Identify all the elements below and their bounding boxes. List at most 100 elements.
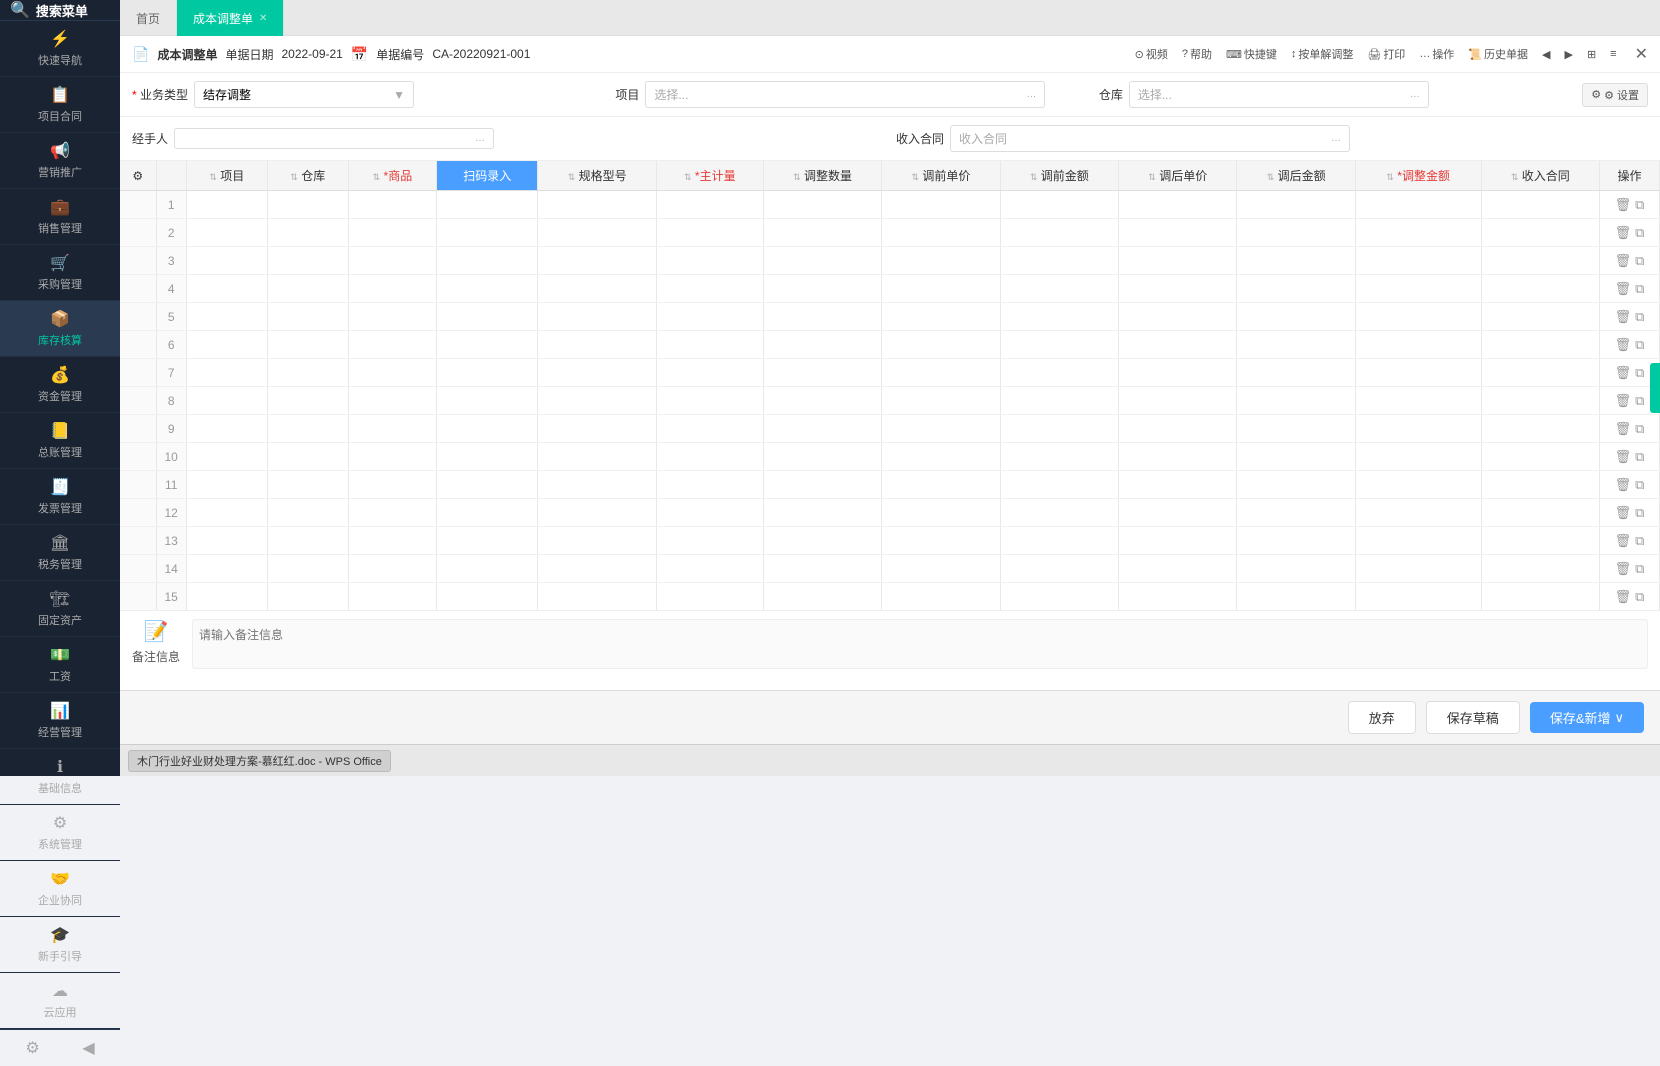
cell-income-contract-13[interactable] [1481,527,1599,555]
cell-spec-6[interactable] [538,331,656,359]
delete-icon-13[interactable]: 🗑 [1615,533,1632,549]
cell-product-14[interactable] [348,555,436,583]
sidebar-item-2[interactable]: 📢营销推广 [0,133,120,189]
cell-scan-2[interactable] [437,219,538,247]
cell-before-amount-4[interactable] [1000,275,1118,303]
copy-icon-5[interactable]: ⧉ [1635,309,1644,325]
copy-icon-11[interactable]: ⧉ [1635,477,1644,493]
history-btn[interactable]: 📜 历史单据 [1464,44,1532,64]
cell-adj-qty-8[interactable] [763,387,881,415]
cell-product-13[interactable] [348,527,436,555]
cell-product-7[interactable] [348,359,436,387]
cell-unit-9[interactable] [656,415,763,443]
cell-before-amount-9[interactable] [1000,415,1118,443]
cell-before-price-1[interactable] [882,191,1000,219]
cell-after-amount-12[interactable] [1237,499,1355,527]
cell-unit-15[interactable] [656,583,763,611]
cell-spec-8[interactable] [538,387,656,415]
draft-button[interactable]: 保存草稿 [1426,701,1520,734]
copy-icon-2[interactable]: ⧉ [1635,225,1644,241]
cell-after-price-14[interactable] [1119,555,1237,583]
cell-unit-8[interactable] [656,387,763,415]
cell-scan-7[interactable] [437,359,538,387]
cell-before-amount-2[interactable] [1000,219,1118,247]
save-button[interactable]: 保存&新增 ∨ [1530,702,1644,733]
next-btn[interactable]: ▶ [1560,46,1576,63]
collapse-icon[interactable]: ◀ [82,1038,94,1058]
discard-button[interactable]: 放弃 [1348,701,1416,734]
cell-unit-2[interactable] [656,219,763,247]
cell-adj-qty-4[interactable] [763,275,881,303]
cell-warehouse-1[interactable] [267,191,348,219]
cell-scan-1[interactable] [437,191,538,219]
cell-income-contract-3[interactable] [1481,247,1599,275]
cell-project-3[interactable] [186,247,267,275]
cell-scan-8[interactable] [437,387,538,415]
cell-adj-amount-2[interactable] [1355,219,1481,247]
delete-icon-10[interactable]: 🗑 [1615,449,1632,465]
th-scan[interactable]: 扫码录入 [437,161,538,191]
cell-before-price-10[interactable] [882,443,1000,471]
cell-adj-amount-7[interactable] [1355,359,1481,387]
handler-input[interactable]: … [174,128,494,149]
cell-spec-15[interactable] [538,583,656,611]
delete-icon-8[interactable]: 🗑 [1615,393,1632,409]
tab-1[interactable]: 成本调整单✕ [177,0,284,36]
cell-warehouse-9[interactable] [267,415,348,443]
list-view-btn[interactable]: ≡ [1606,46,1620,62]
cell-adj-qty-7[interactable] [763,359,881,387]
cell-adj-amount-6[interactable] [1355,331,1481,359]
cell-after-price-1[interactable] [1119,191,1237,219]
sidebar-item-16[interactable]: 🎓新手引导 [0,917,120,973]
cell-adj-amount-5[interactable] [1355,303,1481,331]
cell-adj-qty-1[interactable] [763,191,881,219]
grid-view-btn[interactable]: ⊞ [1583,46,1600,63]
copy-icon-9[interactable]: ⧉ [1635,421,1644,437]
settings-icon[interactable]: ⚙ [25,1038,39,1058]
cell-project-8[interactable] [186,387,267,415]
cell-after-amount-10[interactable] [1237,443,1355,471]
cell-income-contract-4[interactable] [1481,275,1599,303]
cell-after-price-11[interactable] [1119,471,1237,499]
cell-income-contract-8[interactable] [1481,387,1599,415]
cell-product-2[interactable] [348,219,436,247]
sidebar-item-5[interactable]: 📦库存核算 [0,301,120,357]
delete-icon-11[interactable]: 🗑 [1615,477,1632,493]
cell-spec-14[interactable] [538,555,656,583]
cell-before-price-8[interactable] [882,387,1000,415]
cell-spec-9[interactable] [538,415,656,443]
cell-product-5[interactable] [348,303,436,331]
cell-spec-3[interactable] [538,247,656,275]
cell-adj-amount-1[interactable] [1355,191,1481,219]
cell-project-2[interactable] [186,219,267,247]
shortcut-btn[interactable]: ⌨ 快捷键 [1222,44,1281,64]
cell-after-amount-6[interactable] [1237,331,1355,359]
cell-before-amount-11[interactable] [1000,471,1118,499]
cell-after-price-6[interactable] [1119,331,1237,359]
cell-unit-12[interactable] [656,499,763,527]
sidebar-item-10[interactable]: 🏗固定资产 [0,581,120,637]
cell-warehouse-7[interactable] [267,359,348,387]
cell-project-10[interactable] [186,443,267,471]
sidebar-item-11[interactable]: 💵工资 [0,637,120,693]
cell-before-price-4[interactable] [882,275,1000,303]
cell-spec-12[interactable] [538,499,656,527]
cell-unit-7[interactable] [656,359,763,387]
cell-project-6[interactable] [186,331,267,359]
cell-warehouse-2[interactable] [267,219,348,247]
cell-before-amount-13[interactable] [1000,527,1118,555]
cell-project-12[interactable] [186,499,267,527]
cell-before-amount-5[interactable] [1000,303,1118,331]
cell-scan-3[interactable] [437,247,538,275]
cell-before-price-12[interactable] [882,499,1000,527]
copy-icon-12[interactable]: ⧉ [1635,505,1644,521]
cell-spec-1[interactable] [538,191,656,219]
cell-adj-qty-15[interactable] [763,583,881,611]
cell-after-price-4[interactable] [1119,275,1237,303]
cell-adj-amount-12[interactable] [1355,499,1481,527]
taskbar-item[interactable]: 木门行业好业财处理方案-慕红红.doc - WPS Office [128,750,391,772]
operation-btn[interactable]: … 操作 [1415,44,1458,64]
cell-product-4[interactable] [348,275,436,303]
delete-icon-15[interactable]: 🗑 [1615,589,1632,605]
cell-before-price-9[interactable] [882,415,1000,443]
